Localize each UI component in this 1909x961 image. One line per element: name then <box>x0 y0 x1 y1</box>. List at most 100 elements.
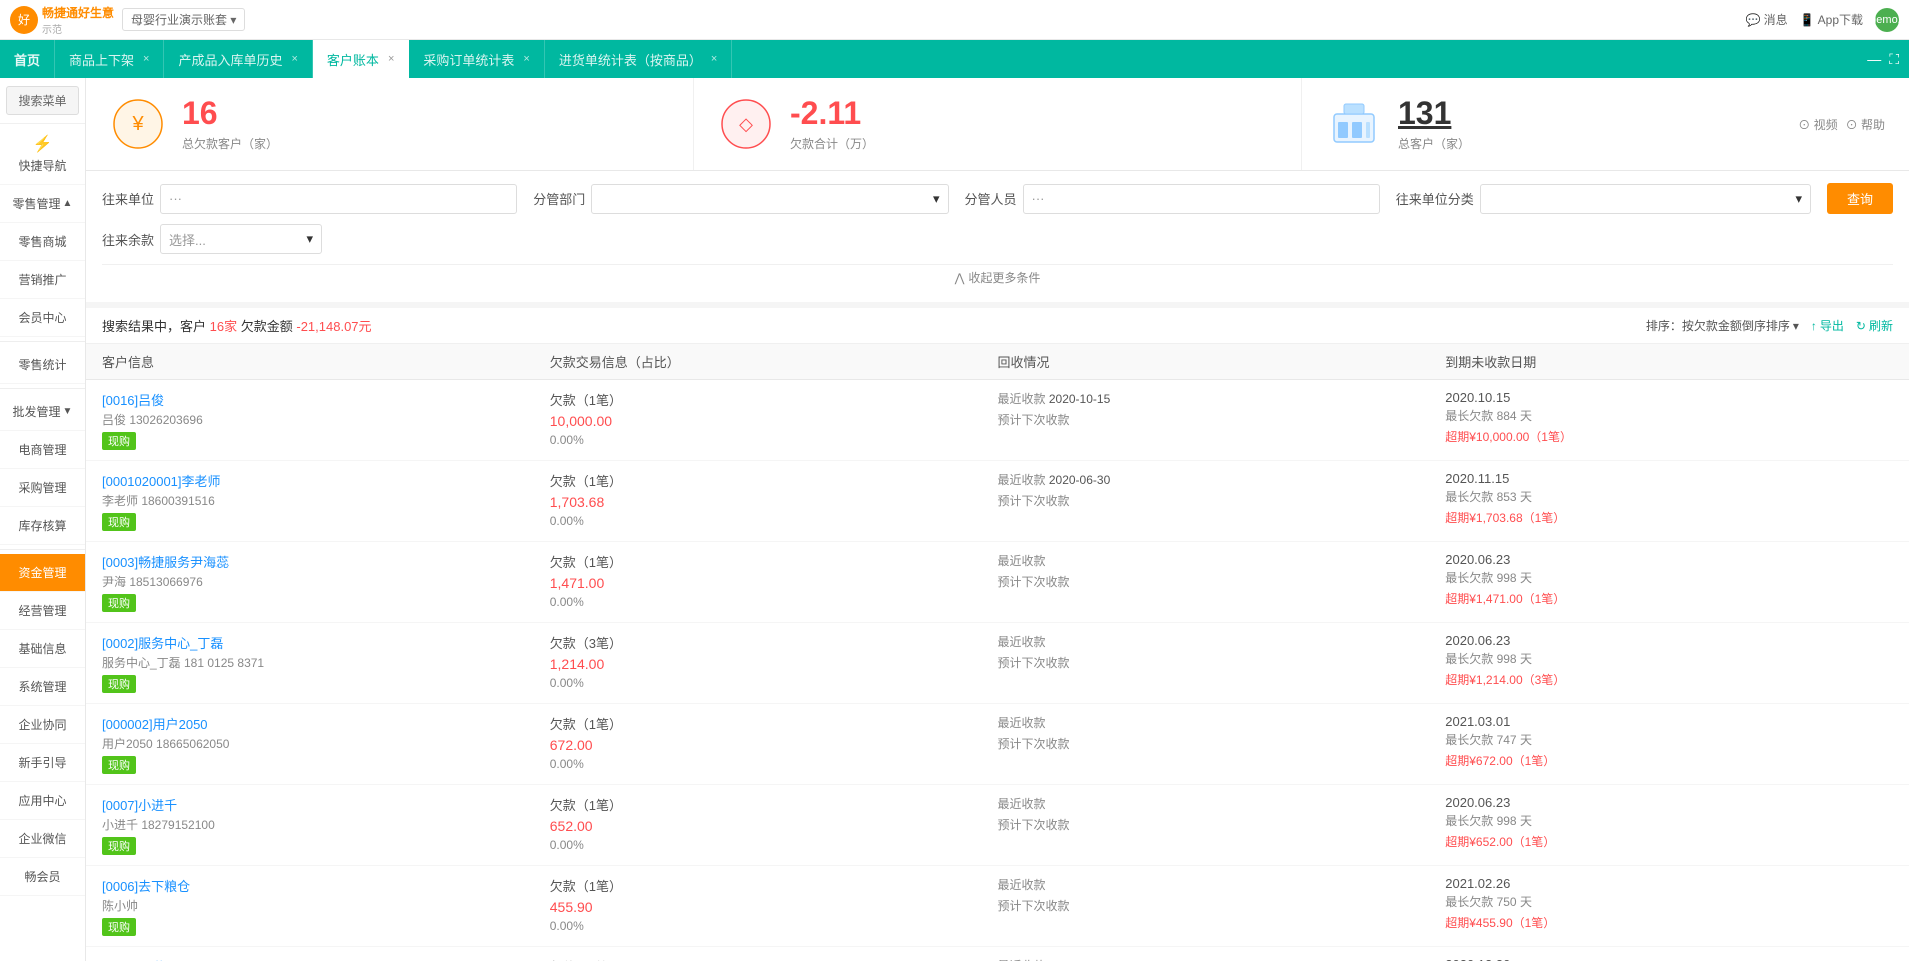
table-row: [0016]吕俊 吕俊 13026203696 现购 欠款（1笔） 10,000… <box>86 380 1909 461</box>
main-layout: 搜索菜单 ⚡ 快捷导航 零售管理 ▲ 零售商城 营销推广 会员中心 零售统计 批… <box>0 78 1909 961</box>
sort-chevron-icon: ▾ <box>1793 319 1799 333</box>
tab-product-shelf[interactable]: 商品上下架 × <box>55 40 164 78</box>
logo-area: 好 畅捷通好生意 示范 <box>10 4 114 36</box>
filter-department: 分管部门 ▾ <box>533 184 948 214</box>
filter-input-from-unit[interactable]: ··· <box>160 184 517 214</box>
sidebar-search-btn[interactable]: 搜索菜单 <box>6 86 79 115</box>
table-row: [0007]小进千 小进千 18279152100 现购 欠款（1笔） 652.… <box>86 785 1909 866</box>
query-button[interactable]: 查询 <box>1827 183 1893 214</box>
sidebar-item-enterprise-wechat[interactable]: 企业微信 <box>0 820 85 858</box>
filter-select-unit-category[interactable]: ▾ <box>1480 184 1811 214</box>
customer-name-4[interactable]: [0002]服务中心_丁磊 <box>102 633 550 652</box>
nav-maximize[interactable]: ⛶ <box>1889 51 1899 68</box>
sidebar-item-basic-info[interactable]: 基础信息 <box>0 630 85 668</box>
customer-name-1[interactable]: [0016]吕俊 <box>102 390 550 409</box>
customer-name-6[interactable]: [0007]小进千 <box>102 795 550 814</box>
customer-name-7[interactable]: [0006]去下粮仓 <box>102 876 550 895</box>
close-purchase-stats[interactable]: × <box>711 53 717 65</box>
repay-info-7: 最近收款 预计下次收款 <box>998 876 1446 914</box>
app-subtitle: 示范 <box>42 21 114 36</box>
results-info: 搜索结果中，客户 16家 欠款金额 -21,148.07元 排序：按欠款金额倒序… <box>86 308 1909 344</box>
filter-row-1: 往来单位 ··· 分管部门 ▾ 分管人员 ··· <box>102 183 1893 214</box>
debt-info-1: 欠款（1笔） 10,000.00 0.00% <box>550 390 998 447</box>
sidebar-item-retail-stats[interactable]: 零售统计 <box>0 346 85 384</box>
customer-name-2[interactable]: [0001020001]李老师 <box>102 471 550 490</box>
sidebar-item-ecommerce[interactable]: 电商管理 <box>0 431 85 469</box>
sidebar-item-vip-member[interactable]: 畅会员 <box>0 858 85 896</box>
stat-info-total-customers: 131 总客户（家） <box>1398 96 1782 152</box>
close-product-shelf[interactable]: × <box>143 53 149 65</box>
sidebar-item-purchase-mgmt[interactable]: 采购管理 <box>0 469 85 507</box>
customer-name-5[interactable]: [000002]用户2050 <box>102 714 550 733</box>
customer-info-7: [0006]去下粮仓 陈小帅 现购 <box>102 876 550 936</box>
sidebar-item-app-center[interactable]: 应用中心 <box>0 782 85 820</box>
filter-input-manager[interactable]: ··· <box>1023 184 1380 214</box>
repay-info-8: 最近收款 预计下次收款 <box>998 957 1446 961</box>
repay-info-2: 最近收款 2020-06-30 预计下次收款 <box>998 471 1446 509</box>
close-purchase-order[interactable]: × <box>523 53 529 65</box>
customer-name-8[interactable]: [000001]黄思源 <box>102 957 550 961</box>
video-help-btn[interactable]: ⊙ 视频 <box>1798 116 1837 133</box>
top-bar-left: 好 畅捷通好生意 示范 母婴行业演示账套 ▾ <box>10 4 245 36</box>
sidebar-item-operations[interactable]: 经营管理 <box>0 592 85 630</box>
customer-name-3[interactable]: [0003]畅捷服务尹海蕊 <box>102 552 550 571</box>
sort-selector[interactable]: 排序：按欠款金额倒序排序 ▾ <box>1646 317 1799 334</box>
sidebar-item-retail-mgmt[interactable]: 零售管理 ▲ <box>0 185 85 223</box>
sidebar-item-new-guide[interactable]: 新手引导 <box>0 744 85 782</box>
sidebar-item-marketing[interactable]: 营销推广 <box>0 261 85 299</box>
col-header-due: 到期未收款日期 <box>1445 352 1893 371</box>
help-btn[interactable]: ⊙ 帮助 <box>1846 116 1885 133</box>
filter-label-unit-category: 往来单位分类 <box>1396 189 1474 208</box>
table-row: [0006]去下粮仓 陈小帅 现购 欠款（1笔） 455.90 0.00% 最近… <box>86 866 1909 947</box>
stat-help: ⊙ 视频 ⊙ 帮助 <box>1798 116 1885 133</box>
sidebar-item-member-center[interactable]: 会员中心 <box>0 299 85 337</box>
tab-purchase-order[interactable]: 采购订单统计表 × <box>409 40 544 78</box>
repay-info-6: 最近收款 预计下次收款 <box>998 795 1446 833</box>
customer-info-5: [000002]用户2050 用户2050 18665062050 现购 <box>102 714 550 774</box>
filter-label-from-unit: 往来单位 <box>102 189 154 208</box>
sidebar-item-finance[interactable]: 资金管理 <box>0 554 85 592</box>
tab-purchase-stats[interactable]: 进货单统计表（按商品） × <box>545 40 732 78</box>
customer-info-2: [0001020001]李老师 李老师 18600391516 现购 <box>102 471 550 531</box>
content-area: ¥ 16 总欠款客户（家） ◇ -2.11 <box>86 78 1909 961</box>
tab-customer-account[interactable]: 客户账本 × <box>313 40 409 78</box>
industry-selector[interactable]: 母婴行业演示账套 ▾ <box>122 8 245 31</box>
stat-value-total-customers: 131 <box>1398 96 1782 131</box>
filter-row-2: 往来余款 选择... ▾ <box>102 224 1893 254</box>
sidebar-item-system-mgmt[interactable]: 系统管理 <box>0 668 85 706</box>
collapse-filters-btn[interactable]: ⋀ 收起更多条件 <box>102 264 1893 290</box>
filter-select-department[interactable]: ▾ <box>591 184 948 214</box>
nav-right: — ⛶ <box>1867 40 1909 78</box>
sidebar: 搜索菜单 ⚡ 快捷导航 零售管理 ▲ 零售商城 营销推广 会员中心 零售统计 批… <box>0 78 86 961</box>
avatar[interactable]: demo2 <box>1875 8 1899 32</box>
sidebar-item-warehouse[interactable]: 库存核算 <box>0 507 85 545</box>
filter-from-unit: 往来单位 ··· <box>102 184 517 214</box>
due-info-1: 2020.10.15 最长欠款 884 天 超期¥10,000.00（1笔） <box>1445 390 1893 445</box>
filter-select-remain[interactable]: 选择... ▾ <box>160 224 322 254</box>
stat-info-debt-amount: -2.11 欠款合计（万） <box>790 96 1277 152</box>
due-info-3: 2020.06.23 最长欠款 998 天 超期¥1,471.00（1笔） <box>1445 552 1893 607</box>
tab-production-history[interactable]: 产成品入库单历史 × <box>164 40 312 78</box>
app-download-btn[interactable]: 📱 App下载 <box>1800 11 1863 28</box>
top-bar: 好 畅捷通好生意 示范 母婴行业演示账套 ▾ 💬 消息 📱 App下载 demo… <box>0 0 1909 40</box>
refresh-btn[interactable]: ↻ 刷新 <box>1856 317 1893 334</box>
sidebar-item-quick-nav[interactable]: ⚡ 快捷导航 <box>0 124 85 185</box>
close-customer-account[interactable]: × <box>388 53 394 65</box>
repay-info-3: 最近收款 预计下次收款 <box>998 552 1446 590</box>
nav-minimize[interactable]: — <box>1867 51 1881 67</box>
close-production-history[interactable]: × <box>291 53 297 65</box>
table-row: [0001020001]李老师 李老师 18600391516 现购 欠款（1笔… <box>86 461 1909 542</box>
sidebar-item-enterprise-collab[interactable]: 企业协同 <box>0 706 85 744</box>
stat-value-debt-amount: -2.11 <box>790 96 1277 131</box>
total-customers-icon <box>1326 96 1382 152</box>
filter-remain: 往来余款 选择... ▾ <box>102 224 322 254</box>
due-info-7: 2021.02.26 最长欠款 750 天 超期¥455.90（1笔） <box>1445 876 1893 931</box>
top-bar-right: 💬 消息 📱 App下载 demo2 <box>1746 8 1899 32</box>
tab-home[interactable]: 首页 <box>0 40 55 78</box>
stat-card-total-customers: 131 总客户（家） ⊙ 视频 ⊙ 帮助 <box>1302 78 1909 170</box>
sidebar-item-retail-mall[interactable]: 零售商城 <box>0 223 85 261</box>
export-btn[interactable]: ↑ 导出 <box>1811 317 1844 334</box>
message-btn[interactable]: 💬 消息 <box>1746 11 1788 28</box>
nav-tabs: 首页 商品上下架 × 产成品入库单历史 × 客户账本 × 采购订单统计表 × 进… <box>0 40 1909 78</box>
sidebar-item-batch-mgmt[interactable]: 批发管理 ▼ <box>0 393 85 431</box>
